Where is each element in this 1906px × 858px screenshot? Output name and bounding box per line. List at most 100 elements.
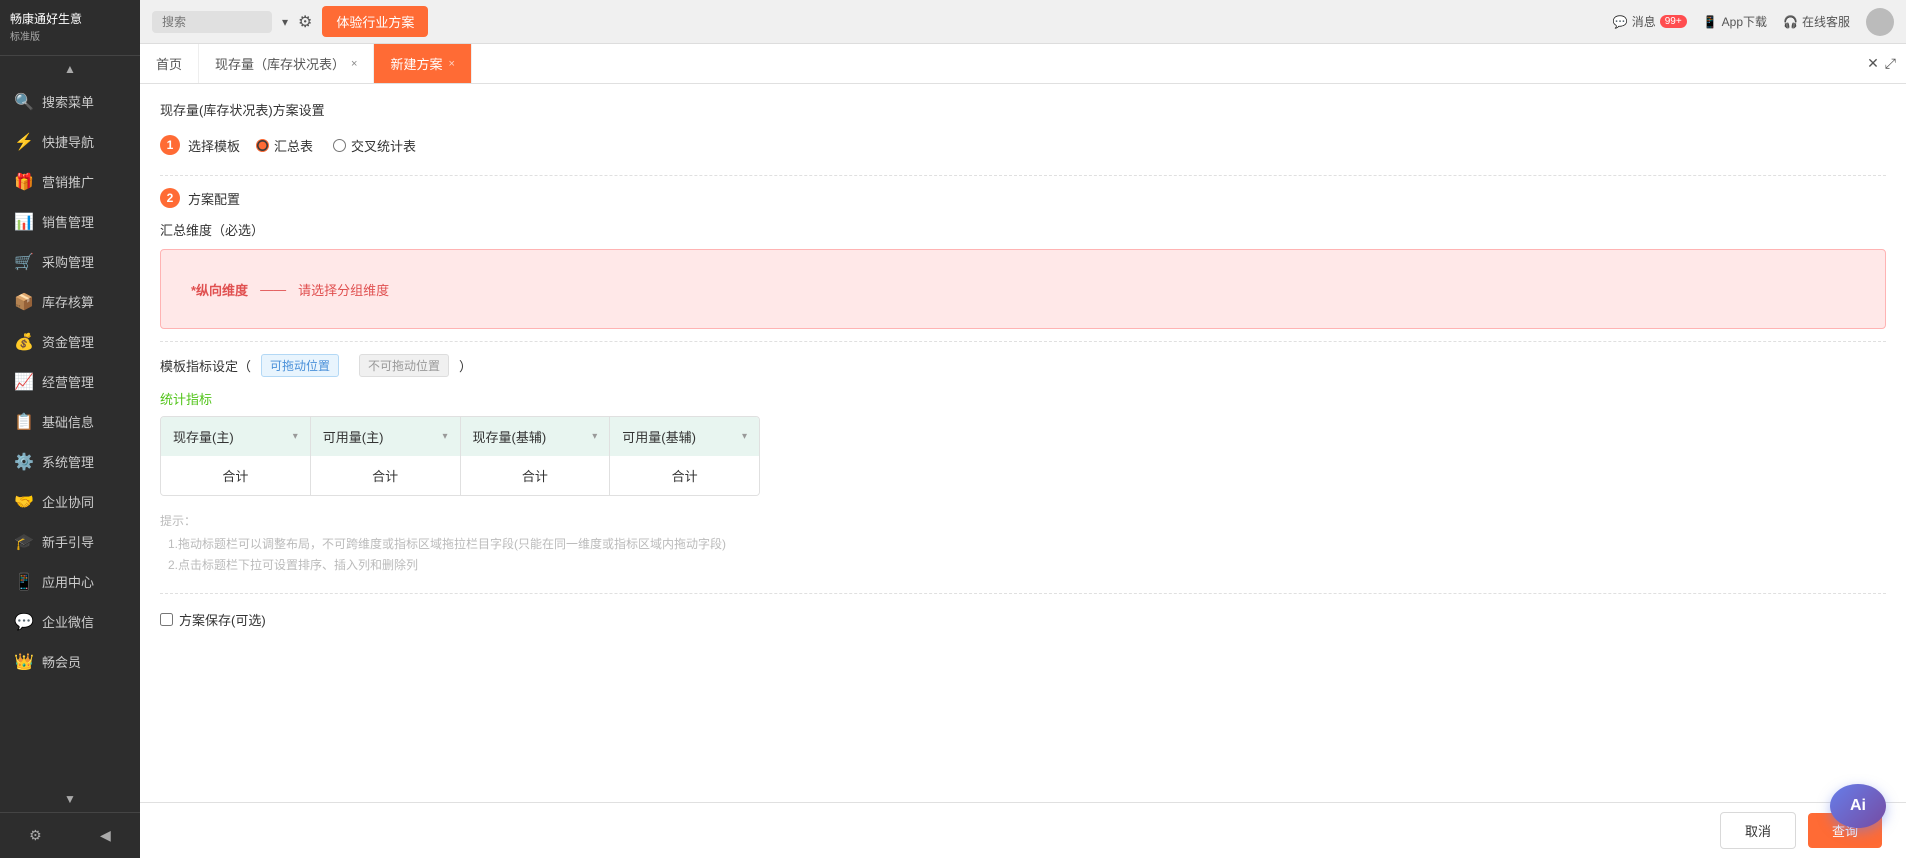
step1-badge: 1 bbox=[160, 135, 180, 155]
sidebar-item-label: 库存核算 bbox=[42, 292, 94, 311]
radio-cross-text: 交叉统计表 bbox=[351, 136, 416, 155]
sidebar-item-operations[interactable]: 📈 经营管理 bbox=[0, 362, 140, 402]
stats-col-header-3[interactable]: 可用量(基辅)▾ bbox=[610, 417, 759, 456]
tab-new-plan[interactable]: 新建方案 × bbox=[374, 44, 471, 83]
sidebar-item-label: 采购管理 bbox=[42, 252, 94, 271]
stats-label: 统计指标 bbox=[160, 389, 1886, 408]
sidebar-item-label: 经营管理 bbox=[42, 372, 94, 391]
inventory-icon: 📦 bbox=[14, 292, 34, 312]
tab-inventory-status-close[interactable]: × bbox=[351, 58, 357, 70]
customer-service-btn[interactable]: 🎧 在线客服 bbox=[1783, 13, 1850, 30]
radio-cross-label[interactable]: 交叉统计表 bbox=[333, 136, 416, 155]
sidebar-item-marketing[interactable]: 🎁 营销推广 bbox=[0, 162, 140, 202]
stats-col-cell-2: 合计 bbox=[461, 456, 611, 495]
sidebar-scroll-down[interactable]: ▼ bbox=[0, 786, 140, 812]
main-container: ▾ ⚙ 体验行业方案 💬 消息 99+ 📱 App下载 🎧 在线客服 首页 bbox=[140, 0, 1906, 858]
topbar-gear-icon[interactable]: ⚙ bbox=[298, 12, 312, 32]
wechat-icon: 💬 bbox=[14, 612, 34, 632]
step2-header: 2 方案配置 bbox=[160, 188, 1886, 208]
avatar[interactable] bbox=[1866, 8, 1894, 36]
stats-col-header-1[interactable]: 可用量(主)▾ bbox=[311, 417, 461, 456]
collapse-icon[interactable]: ◀ bbox=[94, 821, 117, 850]
stats-table-body: 合计合计合计合计 bbox=[161, 456, 759, 495]
indicator-not-draggable-tag: 不可拖动位置 bbox=[359, 354, 449, 377]
divider-2 bbox=[160, 341, 1886, 342]
messages-btn[interactable]: 💬 消息 99+ bbox=[1613, 13, 1687, 30]
sidebar-item-label: 资金管理 bbox=[42, 332, 94, 351]
operations-icon: 📈 bbox=[14, 372, 34, 392]
tips-section: 提示： 1.拖动标题栏可以调整布局，不可跨维度或指标区域拖拉栏目字段(只能在同一… bbox=[160, 512, 1886, 573]
sidebar-item-app-center[interactable]: 📱 应用中心 bbox=[0, 562, 140, 602]
basic-info-icon: 📋 bbox=[14, 412, 34, 432]
divider-3 bbox=[160, 593, 1886, 594]
system-icon: ⚙️ bbox=[14, 452, 34, 472]
sidebar-item-sales[interactable]: 📊 销售管理 bbox=[0, 202, 140, 242]
stats-col-cell-1: 合计 bbox=[311, 456, 461, 495]
trial-button[interactable]: 体验行业方案 bbox=[322, 6, 428, 37]
message-icon: 💬 bbox=[1613, 15, 1628, 29]
sidebar-logo: 畅康通好生意 标准版 bbox=[0, 0, 140, 56]
messages-label: 消息 bbox=[1632, 13, 1656, 30]
stats-col-label-1: 可用量(主) bbox=[323, 427, 384, 446]
ai-label: Ai bbox=[1850, 797, 1866, 815]
dimension-required: *纵向维度 bbox=[191, 280, 248, 299]
indicator-close-paren: ） bbox=[459, 356, 472, 375]
radio-summary-text: 汇总表 bbox=[274, 136, 313, 155]
search-input[interactable] bbox=[152, 11, 272, 33]
tab-inventory-status-label: 现存量（库存状况表） bbox=[215, 54, 345, 73]
sidebar-item-basic-info[interactable]: 📋 基础信息 bbox=[0, 402, 140, 442]
tip-item-0: 1.拖动标题栏可以调整布局，不可跨维度或指标区域拖拉栏目字段(只能在同一维度或指… bbox=[160, 535, 1886, 552]
sidebar-item-label: 企业微信 bbox=[42, 612, 94, 631]
sidebar-item-search[interactable]: 🔍 搜索菜单 bbox=[0, 82, 140, 122]
page-title: 现存量(库存状况表)方案设置 bbox=[160, 100, 1886, 119]
radio-summary[interactable] bbox=[256, 139, 269, 152]
stats-col-header-0[interactable]: 现存量(主)▾ bbox=[161, 417, 311, 456]
sidebar-item-member[interactable]: 👑 畅会员 bbox=[0, 642, 140, 682]
sidebar-item-label: 基础信息 bbox=[42, 412, 94, 431]
sidebar-item-enterprise[interactable]: 🤝 企业协同 bbox=[0, 482, 140, 522]
sidebar-item-label: 快捷导航 bbox=[42, 132, 94, 151]
dimension-area[interactable]: *纵向维度 —— 请选择分组维度 bbox=[160, 249, 1886, 329]
tips-title: 提示： bbox=[160, 512, 1886, 529]
sidebar-item-label: 新手引导 bbox=[42, 532, 94, 551]
save-checkbox[interactable] bbox=[160, 613, 173, 626]
step2-title: 方案配置 bbox=[188, 189, 240, 208]
stats-col-label-2: 现存量(基辅) bbox=[473, 427, 547, 446]
sidebar-item-system[interactable]: ⚙️ 系统管理 bbox=[0, 442, 140, 482]
cancel-button[interactable]: 取消 bbox=[1720, 812, 1796, 849]
tab-home[interactable]: 首页 bbox=[140, 44, 199, 83]
save-option: 方案保存(可选) bbox=[160, 610, 1886, 629]
radio-cross[interactable] bbox=[333, 139, 346, 152]
quick-nav-icon: ⚡ bbox=[14, 132, 34, 152]
sidebar-item-purchase[interactable]: 🛒 采购管理 bbox=[0, 242, 140, 282]
sidebar-item-inventory[interactable]: 📦 库存核算 bbox=[0, 282, 140, 322]
indicator-draggable-tag[interactable]: 可拖动位置 bbox=[261, 354, 339, 377]
indicator-settings-label: 模板指标设定（ bbox=[160, 356, 251, 375]
maximize-btn[interactable]: ⤢ bbox=[1885, 55, 1896, 72]
sales-icon: 📊 bbox=[14, 212, 34, 232]
topbar: ▾ ⚙ 体验行业方案 💬 消息 99+ 📱 App下载 🎧 在线客服 bbox=[140, 0, 1906, 44]
ai-float-button[interactable]: Ai bbox=[1830, 784, 1886, 828]
tab-inventory-status[interactable]: 现存量（库存状况表） × bbox=[199, 44, 374, 83]
settings-icon[interactable]: ⚙ bbox=[23, 821, 48, 850]
stats-col-cell-3: 合计 bbox=[610, 456, 759, 495]
tabbar: 首页 现存量（库存状况表） × 新建方案 × ✕ ⤢ bbox=[140, 44, 1906, 84]
dimension-line: —— bbox=[260, 282, 286, 297]
sidebar-scroll-up[interactable]: ▲ bbox=[0, 56, 140, 82]
member-icon: 👑 bbox=[14, 652, 34, 672]
tab-new-plan-close[interactable]: × bbox=[448, 58, 454, 70]
app-download-btn[interactable]: 📱 App下载 bbox=[1703, 13, 1767, 30]
topbar-dropdown-btn[interactable]: ▾ bbox=[282, 15, 288, 29]
stats-col-header-2[interactable]: 现存量(基辅)▾ bbox=[461, 417, 611, 456]
sidebar-item-label: 营销推广 bbox=[42, 172, 94, 191]
sidebar-item-quick-nav[interactable]: ⚡ 快捷导航 bbox=[0, 122, 140, 162]
stats-table-header: 现存量(主)▾可用量(主)▾现存量(基辅)▾可用量(基辅)▾ bbox=[161, 417, 759, 456]
tab-maximize-area: ✕ ⤢ bbox=[1857, 44, 1906, 83]
sidebar-item-finance[interactable]: 💰 资金管理 bbox=[0, 322, 140, 362]
close-window-btn[interactable]: ✕ bbox=[1867, 55, 1879, 72]
dimension-placeholder: 请选择分组维度 bbox=[298, 280, 389, 299]
sidebar-item-newbie[interactable]: 🎓 新手引导 bbox=[0, 522, 140, 562]
radio-summary-label[interactable]: 汇总表 bbox=[256, 136, 313, 155]
sidebar-item-wechat[interactable]: 💬 企业微信 bbox=[0, 602, 140, 642]
step2-section: 2 方案配置 汇总维度（必选） *纵向维度 —— 请选择分组维度 模板指标设定（… bbox=[160, 188, 1886, 573]
